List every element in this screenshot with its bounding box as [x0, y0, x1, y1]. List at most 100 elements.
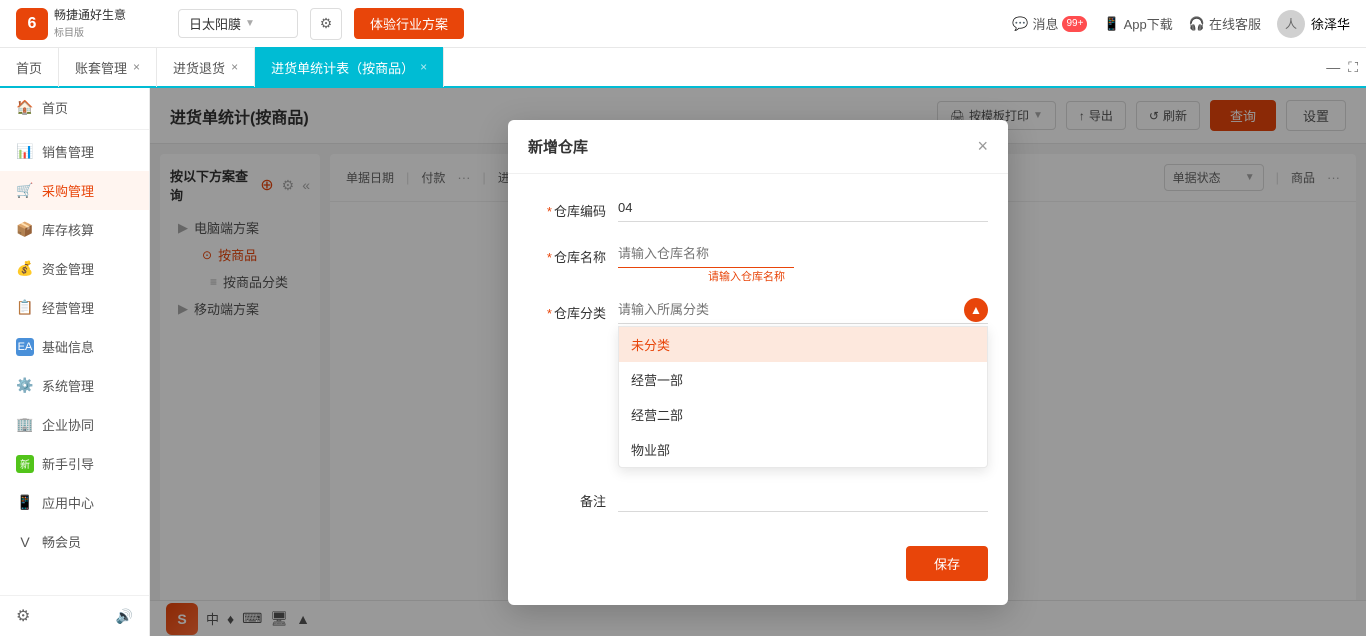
phone-icon: 📱 [16, 494, 34, 512]
sidebar-label-inventory: 库存核算 [42, 220, 94, 239]
content-area: 进货单统计(按商品) 🖨 按模板打印 ▼ ↑ 导出 ↺ 刷新 查询 设置 [150, 88, 1366, 636]
sidebar-label-home: 首页 [42, 98, 68, 117]
category-input[interactable] [618, 296, 988, 324]
app-download-button[interactable]: 📱 App下载 [1103, 14, 1172, 33]
online-service-label: 在线客服 [1209, 14, 1261, 33]
message-label: 消息 [1032, 14, 1058, 33]
sidebar-item-system[interactable]: ⚙️ 系统管理 [0, 366, 149, 405]
info-icon: EA [16, 338, 34, 356]
audio-icon[interactable]: 🔊 [116, 608, 133, 625]
tab-bar-actions: — ⛶ [1326, 59, 1366, 76]
modal-close-button[interactable]: × [977, 136, 988, 157]
sidebar: 🏠 首页 📊 销售管理 🛒 采购管理 📦 库存核算 💰 资金管理 📋 经营管理 … [0, 88, 150, 636]
tab-purchase-stat[interactable]: 进货单统计表（按商品） × [255, 47, 444, 87]
sidebar-item-sales[interactable]: 📊 销售管理 [0, 132, 149, 171]
gear-button[interactable]: ⚙ [310, 8, 342, 40]
sidebar-label-finance: 资金管理 [42, 259, 94, 278]
sidebar-item-appcenter[interactable]: 📱 应用中心 [0, 483, 149, 522]
sidebar-divider [0, 129, 149, 130]
warehouse-name-row: 仓库名称 请输入仓库名称 [528, 240, 988, 268]
user-area[interactable]: 人 徐泽华 [1277, 10, 1350, 38]
modal-header: 新增仓库 × [508, 120, 1008, 174]
message-icon: 💬 [1012, 16, 1028, 32]
warehouse-code-input[interactable] [618, 194, 988, 222]
tab-home-label: 首页 [16, 58, 42, 77]
warehouse-note-row: 备注 [528, 484, 988, 512]
phone-icon: 📱 [1103, 16, 1119, 32]
sidebar-item-vip[interactable]: V 畅会员 [0, 522, 149, 561]
dropdown-item-unclassified[interactable]: 未分类 [619, 327, 987, 362]
headset-icon: 🎧 [1189, 16, 1205, 32]
add-warehouse-modal: 新增仓库 × 仓库编码 仓库名称 请输入仓库名称 [508, 120, 1008, 605]
message-button[interactable]: 💬 消息 99+ [1012, 14, 1087, 33]
dropdown-item-dept3[interactable]: 物业部 [619, 432, 987, 467]
sidebar-item-home[interactable]: 🏠 首页 [0, 88, 149, 127]
sidebar-label-vip: 畅会员 [42, 532, 81, 551]
sidebar-item-purchase[interactable]: 🛒 采购管理 [0, 171, 149, 210]
name-label: 仓库名称 [528, 240, 618, 266]
brand-name: 畅捷通好生意 [54, 8, 126, 24]
name-input-wrap: 请输入仓库名称 [618, 240, 988, 268]
settings-icon[interactable]: ⚙ [16, 606, 30, 626]
chevron-down-icon: ▼ [245, 18, 255, 29]
sidebar-label-enterprise: 企业协同 [42, 415, 94, 434]
money-icon: 💰 [16, 260, 34, 278]
name-error-msg: 请输入仓库名称 [708, 268, 785, 284]
tab-purchase-return[interactable]: 进货退货 × [157, 47, 255, 87]
clipboard-icon: 📋 [16, 299, 34, 317]
tab-home[interactable]: 首页 [0, 47, 59, 87]
code-label: 仓库编码 [528, 194, 618, 220]
sidebar-item-inventory[interactable]: 📦 库存核算 [0, 210, 149, 249]
cart-icon: 🛒 [16, 182, 34, 200]
modal-overlay: 新增仓库 × 仓库编码 仓库名称 请输入仓库名称 [150, 88, 1366, 636]
chart-icon: 📊 [16, 143, 34, 161]
dropdown-item-dept2[interactable]: 经营二部 [619, 397, 987, 432]
top-header: 6 畅捷通好生意 标目版 日太阳膜 ▼ ⚙ 体验行业方案 💬 消息 99+ 📱 … [0, 0, 1366, 48]
username: 徐泽华 [1311, 14, 1350, 33]
enterprise-icon: 🏢 [16, 416, 34, 434]
new-icon: 新 [16, 455, 34, 473]
sidebar-label-operations: 经营管理 [42, 298, 94, 317]
warehouse-code-row: 仓库编码 [528, 194, 988, 222]
note-label: 备注 [528, 484, 618, 510]
tab-account-label: 账套管理 [75, 58, 127, 77]
tab-close-icon[interactable]: × [420, 60, 427, 74]
sidebar-item-basicinfo[interactable]: EA 基础信息 [0, 327, 149, 366]
modal-title: 新增仓库 [528, 136, 588, 157]
logo-area: 6 畅捷通好生意 标目版 [16, 8, 166, 40]
category-dropdown: 未分类 经营一部 经营二部 物业部 [618, 326, 988, 468]
vip-icon: V [16, 533, 34, 551]
sidebar-label-purchase: 采购管理 [42, 181, 94, 200]
header-right: 💬 消息 99+ 📱 App下载 🎧 在线客服 人 徐泽华 [1012, 10, 1350, 38]
sidebar-label-appcenter: 应用中心 [42, 493, 94, 512]
sidebar-label-basicinfo: 基础信息 [42, 337, 94, 356]
box-icon: 📦 [16, 221, 34, 239]
warehouse-note-input[interactable] [618, 484, 988, 512]
expand-icon[interactable]: ⛶ [1348, 59, 1358, 76]
chevron-up-icon[interactable]: ▲ [964, 298, 988, 322]
app-download-label: App下载 [1124, 14, 1173, 33]
tab-purchase-stat-label: 进货单统计表（按商品） [271, 58, 414, 77]
tab-purchase-return-label: 进货退货 [173, 58, 225, 77]
store-selector[interactable]: 日太阳膜 ▼ [178, 9, 298, 38]
user-avatar: 人 [1277, 10, 1305, 38]
tab-close-icon[interactable]: × [231, 60, 238, 74]
tab-close-icon[interactable]: × [133, 60, 140, 74]
sidebar-bottom: ⚙ 🔊 [0, 595, 149, 636]
save-button[interactable]: 保存 [906, 546, 988, 581]
modal-body: 仓库编码 仓库名称 请输入仓库名称 仓库分类 [508, 174, 1008, 512]
sidebar-item-enterprise[interactable]: 🏢 企业协同 [0, 405, 149, 444]
tab-account[interactable]: 账套管理 × [59, 47, 157, 87]
sidebar-item-operations[interactable]: 📋 经营管理 [0, 288, 149, 327]
trial-button[interactable]: 体验行业方案 [354, 8, 464, 39]
warehouse-name-input[interactable] [618, 240, 794, 268]
minimize-icon[interactable]: — [1326, 59, 1340, 75]
category-label: 仓库分类 [528, 296, 618, 322]
sidebar-item-guide[interactable]: 新 新手引导 [0, 444, 149, 483]
dropdown-item-dept1[interactable]: 经营一部 [619, 362, 987, 397]
app-logo: 6 [16, 8, 48, 40]
message-badge: 99+ [1062, 16, 1087, 32]
online-service-button[interactable]: 🎧 在线客服 [1189, 14, 1261, 33]
sidebar-label-system: 系统管理 [42, 376, 94, 395]
sidebar-item-finance[interactable]: 💰 资金管理 [0, 249, 149, 288]
